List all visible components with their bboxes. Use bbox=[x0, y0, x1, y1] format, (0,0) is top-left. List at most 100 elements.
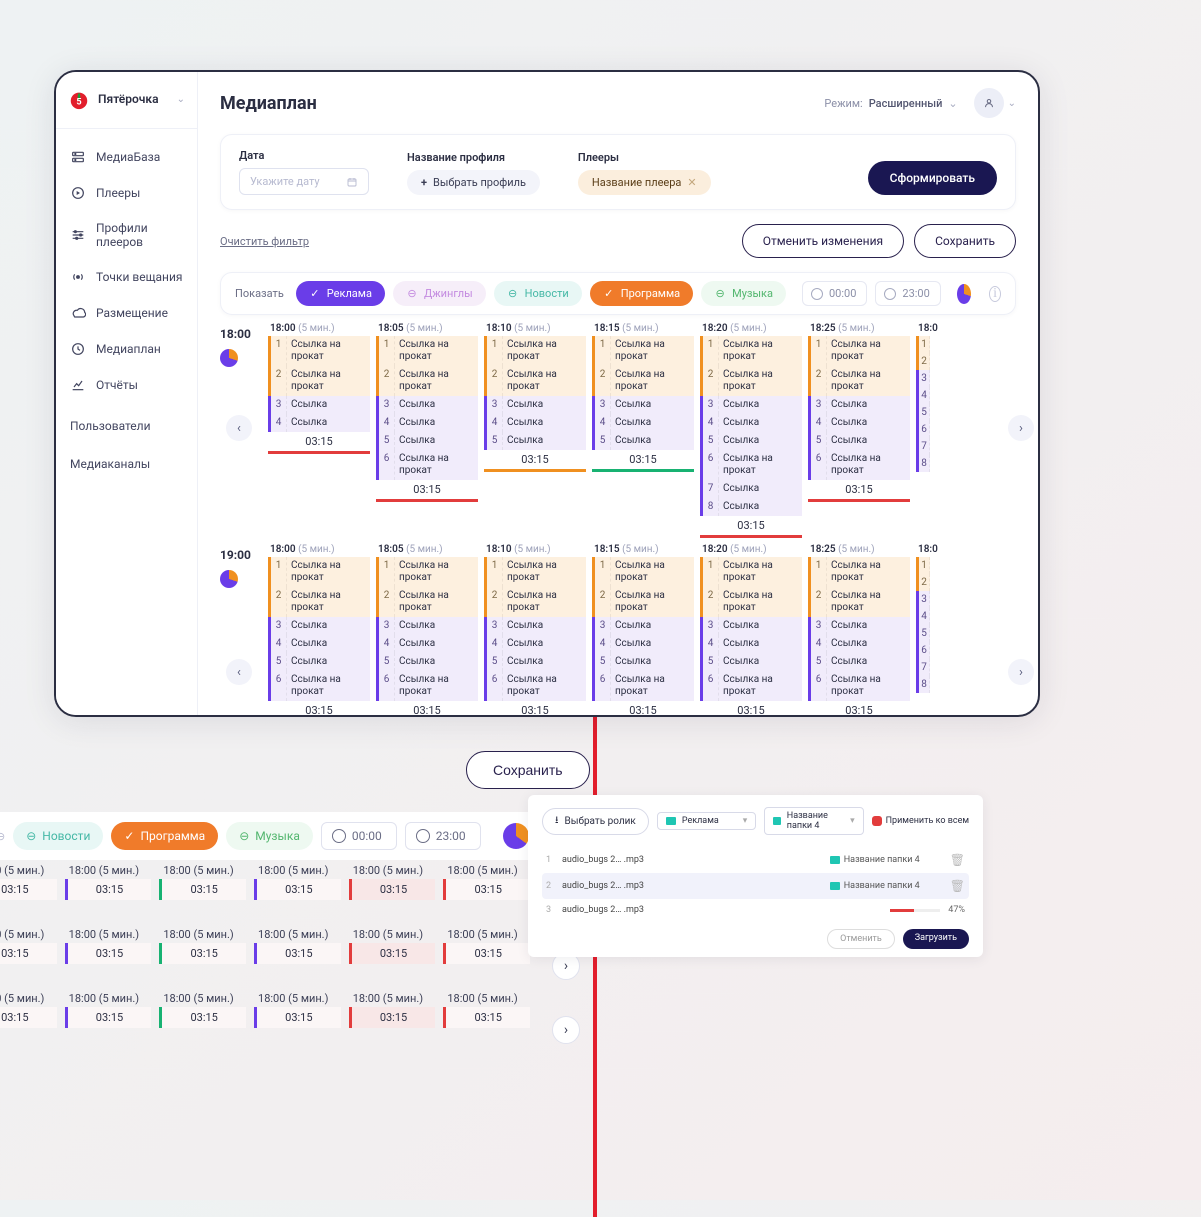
slot-item[interactable]: 4Ссылка bbox=[592, 414, 694, 432]
bg-upload-category[interactable]: Реклама▾ bbox=[657, 812, 756, 830]
slot-item[interactable]: 2Ссылка на прокат bbox=[268, 366, 370, 396]
nav-players[interactable]: Плееры bbox=[56, 175, 197, 211]
slot-item[interactable]: 3Ссылка bbox=[268, 617, 370, 635]
slot-item[interactable]: 5Ссылка bbox=[592, 653, 694, 671]
bg-pill-music[interactable]: ⊖Музыка bbox=[226, 822, 313, 850]
slot-item[interactable]: 3Ссылка bbox=[376, 396, 478, 414]
slot-item[interactable]: 4Ссылка bbox=[700, 414, 802, 432]
slot-item[interactable]: 3 bbox=[916, 370, 930, 387]
slot-item[interactable]: 3Ссылка bbox=[592, 396, 694, 414]
slot-item[interactable]: 3Ссылка bbox=[484, 396, 586, 414]
slot-item[interactable]: 2Ссылка на прокат bbox=[592, 587, 694, 617]
schedule-next[interactable]: › bbox=[1008, 415, 1034, 441]
schedule-prev-2[interactable]: ‹ bbox=[226, 659, 252, 685]
pill-news[interactable]: ⊖Новости bbox=[494, 281, 582, 306]
generate-button[interactable]: Сформировать bbox=[868, 161, 997, 195]
bg-upload-cancel[interactable]: Отменить bbox=[827, 929, 895, 949]
add-profile-chip[interactable]: +Выбрать профиль bbox=[407, 170, 540, 195]
slot-item[interactable]: 3Ссылка bbox=[592, 617, 694, 635]
nav-mediabase[interactable]: МедиаБаза bbox=[56, 139, 197, 175]
bg-upload-submit[interactable]: Загрузить bbox=[903, 929, 969, 949]
pill-music[interactable]: ⊖Музыка bbox=[701, 281, 786, 306]
time-slot[interactable]: 18:0 12345678 bbox=[916, 544, 930, 715]
slot-item[interactable]: 2Ссылка на прокат bbox=[376, 366, 478, 396]
pill-ad[interactable]: ✓Реклама bbox=[296, 281, 385, 306]
time-slot[interactable]: 18:10 (5 мин.)1Ссылка на прокат2Ссылка н… bbox=[484, 323, 586, 538]
nav-placement[interactable]: Размещение bbox=[56, 295, 197, 331]
slot-item[interactable]: 2Ссылка на прокат bbox=[484, 366, 586, 396]
slot-item[interactable]: 3Ссылка bbox=[808, 617, 910, 635]
slot-item[interactable]: 8Ссылка bbox=[700, 498, 802, 516]
slot-item[interactable]: 8 bbox=[916, 676, 930, 693]
date-input[interactable]: Укажите дату bbox=[239, 168, 369, 195]
save-button[interactable]: Сохранить bbox=[914, 224, 1016, 258]
slot-item[interactable]: 7Ссылка bbox=[700, 480, 802, 498]
slot-item[interactable]: 3 bbox=[916, 591, 930, 608]
user-menu[interactable]: ⌄ bbox=[974, 88, 1016, 118]
slot-item[interactable]: 5 bbox=[916, 404, 930, 421]
slot-item[interactable]: 2Ссылка на прокат bbox=[700, 587, 802, 617]
time-slot[interactable]: 18:15 (5 мин.)1Ссылка на прокат2Ссылка н… bbox=[592, 323, 694, 538]
slot-item[interactable]: 6Ссылка на прокат bbox=[376, 671, 478, 701]
time-slot[interactable]: 18:20 (5 мин.)1Ссылка на прокат2Ссылка н… bbox=[700, 323, 802, 538]
time-slot[interactable]: 18:0 12345678 bbox=[916, 323, 930, 538]
slot-item[interactable]: 6Ссылка на прокат bbox=[808, 450, 910, 480]
slot-item[interactable]: 4 bbox=[916, 608, 930, 625]
slot-item[interactable]: 1Ссылка на прокат bbox=[808, 557, 910, 587]
slot-item[interactable]: 2Ссылка на прокат bbox=[268, 587, 370, 617]
slot-item[interactable]: 4Ссылка bbox=[484, 414, 586, 432]
schedule-next-2[interactable]: › bbox=[1008, 659, 1034, 685]
time-slot[interactable]: 18:25 (5 мин.)1Ссылка на прокат2Ссылка н… bbox=[808, 544, 910, 715]
slot-item[interactable]: 2Ссылка на прокат bbox=[808, 587, 910, 617]
mode-switch[interactable]: Режим: Расширенный ⌄ bbox=[824, 97, 957, 110]
time-slot[interactable]: 18:10 (5 мин.)1Ссылка на прокат2Ссылка н… bbox=[484, 544, 586, 715]
info-icon[interactable]: i bbox=[989, 286, 1001, 302]
slot-item[interactable]: 1Ссылка на прокат bbox=[700, 336, 802, 366]
time-slot[interactable]: 18:05 (5 мин.)1Ссылка на прокат2Ссылка н… bbox=[376, 323, 478, 538]
slot-item[interactable]: 3Ссылка bbox=[268, 396, 370, 414]
pill-program[interactable]: ✓Программа bbox=[590, 281, 693, 306]
upload-row[interactable]: 1audio_bugs 2… .mp3Название папки 4🗑 bbox=[542, 847, 969, 873]
slot-item[interactable]: 5Ссылка bbox=[592, 432, 694, 450]
slot-item[interactable]: 4 bbox=[916, 387, 930, 404]
slot-item[interactable]: 4Ссылка bbox=[808, 414, 910, 432]
nav-reports[interactable]: Отчёты bbox=[56, 367, 197, 403]
slot-item[interactable]: 1Ссылка на прокат bbox=[592, 557, 694, 587]
slot-item[interactable]: 2Ссылка на прокат bbox=[808, 366, 910, 396]
slot-item[interactable]: 3Ссылка bbox=[808, 396, 910, 414]
slot-item[interactable]: 5Ссылка bbox=[700, 432, 802, 450]
slot-item[interactable]: 1Ссылка на прокат bbox=[376, 336, 478, 366]
schedule-strip[interactable]: 18:00 (5 мин.)1Ссылка на прокат2Ссылка н… bbox=[268, 323, 1016, 544]
slot-item[interactable]: 4Ссылка bbox=[268, 414, 370, 432]
nav-broadcast-points[interactable]: Точки вещания bbox=[56, 259, 197, 295]
remove-tag-icon[interactable]: ✕ bbox=[687, 176, 696, 189]
slot-item[interactable]: 6Ссылка на прокат bbox=[592, 671, 694, 701]
slot-item[interactable]: 2Ссылка на прокат bbox=[376, 587, 478, 617]
slot-item[interactable]: 6Ссылка на прокат bbox=[700, 671, 802, 701]
time-slot[interactable]: 18:15 (5 мин.)1Ссылка на прокат2Ссылка н… bbox=[592, 544, 694, 715]
time-slot[interactable]: 18:05 (5 мин.)1Ссылка на прокат2Ссылка н… bbox=[376, 544, 478, 715]
time-slot[interactable]: 18:00 (5 мин.)1Ссылка на прокат2Ссылка н… bbox=[268, 544, 370, 715]
slot-item[interactable]: 6 bbox=[916, 642, 930, 659]
bg-upload-select-file[interactable]: ⭳Выбрать ролик bbox=[542, 808, 649, 835]
slot-item[interactable]: 5Ссылка bbox=[700, 653, 802, 671]
time-from[interactable]: 00:00 bbox=[802, 281, 867, 306]
bg-pill-program[interactable]: ✓Программа bbox=[111, 822, 218, 850]
slot-item[interactable]: 6Ссылка на прокат bbox=[808, 671, 910, 701]
slot-item[interactable]: 5Ссылка bbox=[376, 432, 478, 450]
slot-item[interactable]: 5Ссылка bbox=[484, 432, 586, 450]
nav-profiles[interactable]: Профили плееров bbox=[56, 211, 197, 259]
time-to[interactable]: 23:00 bbox=[875, 281, 940, 306]
slot-item[interactable]: 1Ссылка на прокат bbox=[268, 336, 370, 366]
slot-item[interactable]: 4Ссылка bbox=[700, 635, 802, 653]
slot-item[interactable]: 5Ссылка bbox=[484, 653, 586, 671]
slot-item[interactable]: 7 bbox=[916, 438, 930, 455]
player-tag[interactable]: Название плеера✕ bbox=[578, 170, 711, 195]
bg-upload-folder[interactable]: Название папки 4▾ bbox=[764, 807, 863, 835]
slot-item[interactable]: 6 bbox=[916, 421, 930, 438]
slot-item[interactable]: 4Ссылка bbox=[808, 635, 910, 653]
slot-item[interactable]: 7 bbox=[916, 659, 930, 676]
slot-item[interactable]: 2Ссылка на прокат bbox=[484, 587, 586, 617]
slot-item[interactable]: 6Ссылка на прокат bbox=[700, 450, 802, 480]
time-slot[interactable]: 18:00 (5 мин.)1Ссылка на прокат2Ссылка н… bbox=[268, 323, 370, 538]
